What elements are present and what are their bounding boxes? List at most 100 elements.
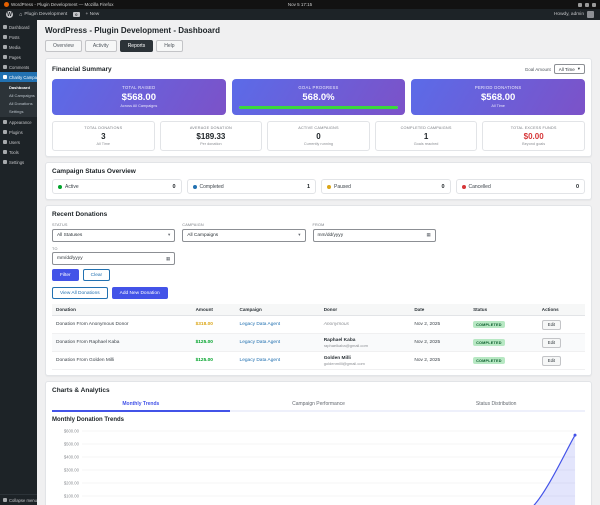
sidebar-item-users[interactable]: Users — [0, 137, 37, 147]
tab-overview[interactable]: Overview — [45, 40, 82, 52]
sidebar-subitem-settings[interactable]: Settings — [0, 107, 37, 115]
column-donation: Donation — [52, 304, 192, 316]
sidebar-item-comments[interactable]: Comments — [0, 62, 37, 72]
tab-help[interactable]: Help — [156, 40, 183, 52]
sidebar-item-settings[interactable]: Settings — [0, 157, 37, 167]
sidebar-subitem-all-donations[interactable]: All Donations — [0, 99, 37, 107]
edit-donation-button[interactable]: Edit — [541, 337, 561, 348]
campaign-link[interactable]: Legacy Data Agent — [240, 358, 281, 363]
tab-activity[interactable]: Activity — [84, 40, 117, 52]
filter-status-select[interactable]: All Statuses ▾ — [52, 228, 176, 242]
collapse-menu-button[interactable]: Collapse menu — [0, 494, 37, 505]
table-actions-row: View All Donations Add New Donation — [52, 287, 585, 299]
comments-icon — [3, 65, 7, 69]
donation-date: Nov 2, 2025 — [410, 315, 470, 334]
recent-donations-title: Recent Donations — [52, 211, 108, 218]
sidebar-subitem-dashboard[interactable]: Dashboard — [0, 83, 37, 91]
calendar-icon: ▦ — [165, 255, 171, 261]
campaign-link[interactable]: Legacy Data Agent — [240, 322, 281, 327]
sidebar-item-appearance[interactable]: Appearance — [0, 117, 37, 127]
edit-donation-button[interactable]: Edit — [541, 319, 561, 330]
pages-icon — [3, 55, 7, 59]
column-donor: Donor — [319, 304, 411, 316]
sidebar-item-tools[interactable]: Tools — [0, 147, 37, 157]
status-dot-icon — [192, 184, 197, 189]
site-menu[interactable]: Plugin Development — [19, 12, 67, 18]
filter-from-input[interactable]: mm/dd/yyyy ▦ — [312, 228, 436, 242]
admin-main: Dashboard Posts Media Pages Comments Cha… — [0, 20, 600, 505]
account-menu[interactable]: Howdy, admin — [554, 11, 594, 18]
financial-summary-card: Financial Summary Goal Amount All Time T… — [45, 58, 592, 157]
system-tray[interactable] — [578, 2, 596, 7]
admin-sidebar: Dashboard Posts Media Pages Comments Cha… — [0, 20, 37, 505]
donation-amount: $125.00 — [191, 351, 236, 370]
stats-row: Total Donations 3 All Time Average Donat… — [52, 121, 585, 151]
column-status: Status — [469, 304, 538, 316]
goal-amount-label: Goal Amount — [524, 66, 551, 72]
donation-date: Nov 2, 2025 — [410, 333, 470, 352]
sidebar-submenu: Dashboard All Campaigns All Donations Setti… — [0, 82, 37, 117]
filter-buttons-row: Filter Clear — [52, 269, 585, 281]
clear-button[interactable]: Clear — [82, 269, 111, 281]
chevron-down-icon — [578, 66, 580, 72]
goal-progress-bar — [238, 106, 399, 109]
volume-icon — [585, 2, 589, 7]
campaign-link[interactable]: Legacy Data Agent — [240, 340, 281, 345]
filter-from: From mm/dd/yyyy ▦ — [312, 223, 436, 242]
wordpress-logo-icon[interactable] — [6, 11, 13, 18]
donation-row: Donation From Golden Milli $125.00 Legac… — [52, 351, 585, 370]
sidebar-item-plugins[interactable]: Plugins — [0, 127, 37, 137]
filter-to-input[interactable]: mm/dd/yyyy ▦ — [52, 252, 176, 265]
window-title-area: WordPress - Plugin Development — Mozilla… — [4, 2, 113, 7]
stat-total-excess-funds: Total Excess Funds $0.00 Beyond goals — [482, 121, 585, 151]
sidebar-item-charity-campaigns[interactable]: Charity Campaigns — [0, 72, 37, 82]
clock[interactable]: Nov 5 17:15 — [288, 2, 312, 7]
edit-donation-button[interactable]: Edit — [541, 355, 561, 366]
status-dot-icon — [461, 184, 466, 189]
browser-icon — [4, 2, 9, 7]
filter-button[interactable]: Filter — [52, 269, 79, 281]
donation-row: Donation From Raphael Kaba $125.00 Legac… — [52, 333, 585, 352]
charts-analytics-title: Charts & Analytics — [52, 387, 110, 394]
tools-icon — [3, 150, 7, 154]
dashboard-icon — [3, 25, 7, 29]
svg-text:$500.00: $500.00 — [64, 441, 80, 446]
sidebar-item-posts[interactable]: Posts — [0, 32, 37, 42]
charity-campaigns-icon — [3, 75, 7, 79]
donor-email: goldenmilli@gmail.com — [323, 360, 365, 366]
sidebar-item-media[interactable]: Media — [0, 42, 37, 52]
svg-text:$600.00: $600.00 — [64, 428, 80, 433]
donor-name: Anonymous — [323, 322, 350, 327]
comments-menu[interactable]: 0 — [73, 12, 80, 17]
sidebar-subitem-all-campaigns[interactable]: All Campaigns — [0, 91, 37, 99]
campaign-status-title: Campaign Status Overview — [52, 168, 136, 175]
svg-text:$200.00: $200.00 — [64, 480, 80, 485]
power-icon — [592, 2, 596, 7]
sidebar-item-dashboard[interactable]: Dashboard — [0, 22, 37, 32]
chart-tab-status-distribution[interactable]: Status Distribution — [407, 398, 585, 410]
page-tabs: Overview Activity Reports Help — [45, 40, 592, 52]
stat-active-campaigns: Active Campaigns 0 Currently running — [267, 121, 370, 151]
campaign-status-card: Campaign Status Overview Active 0 Comple… — [45, 162, 592, 200]
add-new-donation-button[interactable]: Add New Donation — [111, 287, 168, 299]
home-icon — [19, 12, 22, 18]
donation-row: Donation From Anonymous Donor $318.00 Le… — [52, 315, 585, 334]
site-name: Plugin Development — [24, 12, 68, 17]
sidebar-item-pages[interactable]: Pages — [0, 52, 37, 62]
goal-amount-select[interactable]: All Time — [553, 64, 585, 74]
donation-title: Donation From Anonymous Donor — [52, 315, 192, 334]
screen: WordPress - Plugin Development — Mozilla… — [0, 0, 600, 505]
donation-amount: $125.00 — [191, 333, 236, 352]
calendar-icon: ▦ — [426, 232, 431, 237]
chart-tab-campaign-performance[interactable]: Campaign Performance — [230, 398, 408, 410]
chart-tabs: Monthly Trends Campaign Performance Status… — [52, 398, 585, 412]
column-date: Date — [410, 304, 470, 316]
status-dot-icon — [58, 184, 62, 189]
view-all-donations-button[interactable]: View All Donations — [52, 287, 108, 299]
new-menu[interactable]: + New — [86, 12, 100, 17]
tab-reports[interactable]: Reports — [119, 40, 154, 52]
column-amount: Amount — [191, 304, 236, 316]
chart-title: Monthly Donation Trends — [52, 417, 124, 423]
filter-campaign-select[interactable]: All Campaigns ▾ — [182, 228, 306, 242]
chart-tab-monthly-trends[interactable]: Monthly Trends — [52, 398, 230, 412]
